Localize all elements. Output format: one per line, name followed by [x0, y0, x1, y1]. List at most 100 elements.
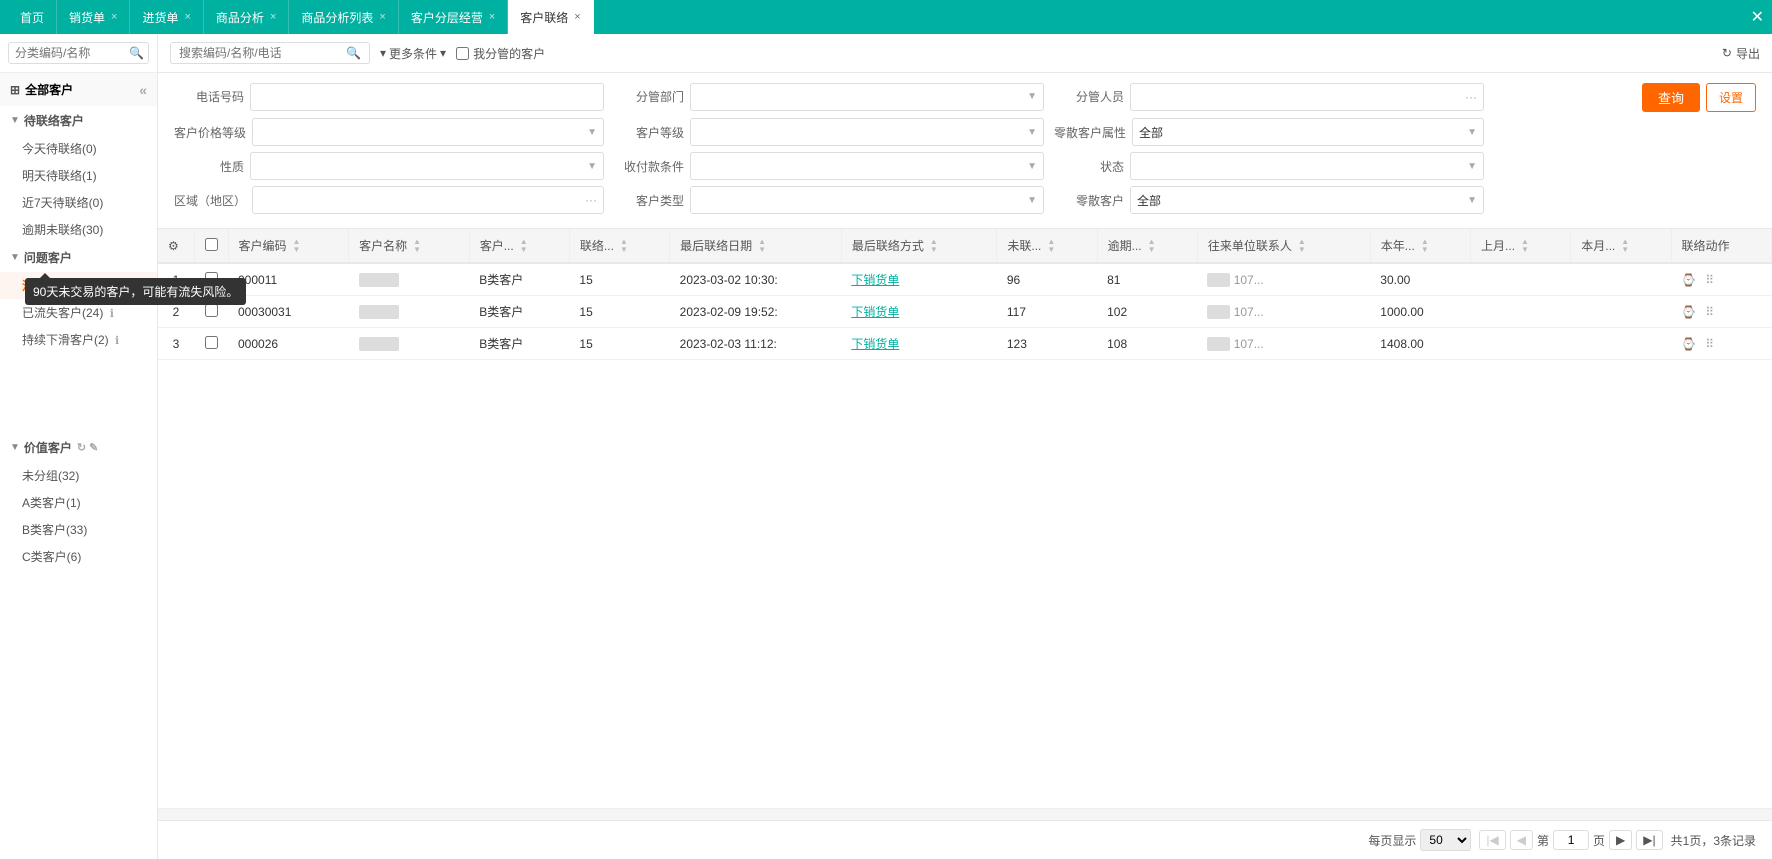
tab-home[interactable]: 首页: [8, 0, 57, 34]
sort-icon[interactable]: ▲▼: [1421, 238, 1429, 254]
more-conditions-button[interactable]: ▾ 更多条件 ▾: [380, 45, 446, 62]
more-icon[interactable]: ···: [1465, 90, 1477, 104]
select-all-checkbox[interactable]: [205, 238, 218, 251]
tooltip: 90天未交易的客户，可能有流失风险。: [25, 278, 158, 305]
sort-icon[interactable]: ▲▼: [1298, 238, 1306, 254]
sidebar-item-7days-contact[interactable]: 近7天待联络(0): [0, 189, 157, 216]
sort-icon[interactable]: ▲▼: [1047, 238, 1055, 254]
close-icon[interactable]: ×: [574, 11, 580, 23]
prev-page-button[interactable]: ◀: [1510, 830, 1533, 850]
close-window-button[interactable]: ✕: [1751, 7, 1764, 27]
more-icon[interactable]: ···: [585, 193, 597, 207]
row-action: ⌚ ⠿: [1671, 263, 1772, 296]
first-page-button[interactable]: |◀: [1479, 830, 1505, 850]
close-icon[interactable]: ×: [270, 11, 276, 23]
tab-sales[interactable]: 销货单 ×: [57, 0, 130, 34]
nature-select[interactable]: ▼: [250, 152, 604, 180]
sort-icon[interactable]: ▲▼: [758, 238, 766, 254]
tab-product-analysis-list[interactable]: 商品分析列表 ×: [289, 0, 398, 34]
sidebar-item-class-a[interactable]: A类客户(1): [0, 489, 157, 516]
horizontal-scrollbar[interactable]: [158, 808, 1772, 820]
zero-customer-select[interactable]: 全部 ▼: [1130, 186, 1484, 214]
close-icon[interactable]: ×: [489, 11, 495, 23]
row-last-month: [1471, 296, 1571, 328]
row-customer-level: B类客户: [469, 296, 569, 328]
my-customers-checkbox[interactable]: 我分管的客户: [456, 45, 545, 62]
region-select[interactable]: ···: [252, 186, 604, 214]
arrow-down-icon: ▼: [10, 252, 20, 263]
close-icon[interactable]: ×: [184, 11, 190, 23]
row-last-contact-method[interactable]: 下销货单: [841, 296, 997, 328]
settings-button[interactable]: 设置: [1706, 83, 1756, 112]
sort-icon[interactable]: ▲▼: [1621, 238, 1629, 254]
sidebar-item-class-c[interactable]: C类客户(6): [0, 543, 157, 570]
sidebar-item-class-b[interactable]: B类客户(33): [0, 516, 157, 543]
page-number-input[interactable]: [1553, 830, 1589, 850]
sidebar-item-today-contact[interactable]: 今天待联络(0): [0, 135, 157, 162]
total-records-label: 共1页，3条记录: [1671, 832, 1756, 849]
sidebar-item-ungrouped[interactable]: 未分组(32): [0, 462, 157, 489]
staff-select[interactable]: ···: [1130, 83, 1484, 111]
search-button[interactable]: 🔍: [346, 46, 361, 60]
col-this-year: 本年... ▲▼: [1370, 229, 1470, 263]
more-actions-icon[interactable]: ⠿: [1705, 337, 1714, 351]
status-select[interactable]: ▼: [1130, 152, 1484, 180]
page-size-select[interactable]: 50 100: [1420, 829, 1471, 851]
collapse-icon[interactable]: «: [139, 82, 147, 98]
sidebar-search-input[interactable]: [8, 42, 149, 64]
row-name: ████: [349, 263, 470, 296]
row-number: 3: [158, 328, 194, 360]
tab-customer-contact[interactable]: 客户联络 ×: [508, 0, 593, 34]
sidebar-all-customers[interactable]: ⊞ 全部客户 «: [0, 73, 157, 106]
contact-icon[interactable]: ⌚: [1681, 337, 1696, 351]
sidebar-group-problem-title[interactable]: ▼ 问题客户: [0, 243, 157, 272]
more-actions-icon[interactable]: ⠿: [1705, 273, 1714, 287]
grid-icon: ⊞: [10, 83, 20, 97]
sidebar-item-overdue-contact[interactable]: 逾期未联络(30): [0, 216, 157, 243]
phone-input[interactable]: [250, 83, 604, 111]
zero-customer-attr-select[interactable]: 全部 ▼: [1132, 118, 1484, 146]
sidebar-item-declining[interactable]: 持续下滑客户(2) ℹ: [0, 326, 157, 353]
sort-icon[interactable]: ▲▼: [1521, 238, 1529, 254]
tab-customer-tier[interactable]: 客户分层经营 ×: [399, 0, 508, 34]
row-checkbox[interactable]: [205, 304, 218, 317]
sort-icon[interactable]: ▲▼: [293, 238, 301, 254]
refresh-icon[interactable]: ↻: [77, 441, 86, 454]
row-checkbox[interactable]: [205, 336, 218, 349]
sidebar-group-pending-title[interactable]: ▼ 待联络客户: [0, 106, 157, 135]
more-actions-icon[interactable]: ⠿: [1705, 305, 1714, 319]
row-contact: 15: [569, 263, 669, 296]
customer-type-select[interactable]: ▼: [690, 186, 1044, 214]
close-icon[interactable]: ×: [379, 11, 385, 23]
sidebar: 🔍 ⊞ 全部客户 « ▼ 待联络客户 今天待联络(0) 明天待联络(1) 近7天…: [0, 34, 158, 859]
edit-icon[interactable]: ✎: [89, 441, 98, 454]
contact-icon[interactable]: ⌚: [1681, 305, 1696, 319]
sort-icon[interactable]: ▲▼: [1148, 238, 1156, 254]
filter-search-input[interactable]: [179, 46, 346, 60]
settings-column-header[interactable]: ⚙: [158, 229, 194, 263]
sidebar-group-value-title[interactable]: ▼ 价值客户 ↻ ✎: [0, 433, 157, 462]
checkbox-column-header[interactable]: [194, 229, 228, 263]
customer-level-select[interactable]: ▼: [690, 118, 1044, 146]
sort-icon[interactable]: ▲▼: [620, 238, 628, 254]
row-last-contact-method[interactable]: 下销货单: [841, 263, 997, 296]
my-customers-checkbox-input[interactable]: [456, 47, 469, 60]
row-last-contact-method[interactable]: 下销货单: [841, 328, 997, 360]
next-page-button[interactable]: ▶: [1609, 830, 1632, 850]
dept-select[interactable]: ▼: [690, 83, 1044, 111]
table-row: 3 000026 ████ B类客户 15 2023-02-03 11:12: …: [158, 328, 1772, 360]
query-button[interactable]: 查询: [1642, 83, 1700, 112]
sidebar-item-tomorrow-contact[interactable]: 明天待联络(1): [0, 162, 157, 189]
sort-icon[interactable]: ▲▼: [413, 238, 421, 254]
close-icon[interactable]: ×: [111, 11, 117, 23]
export-button[interactable]: ↻ 导出: [1722, 45, 1760, 62]
tab-purchase[interactable]: 进货单 ×: [130, 0, 203, 34]
tab-bar: 首页 销货单 × 进货单 × 商品分析 × 商品分析列表 × 客户分层经营 × …: [0, 0, 1772, 34]
contact-icon[interactable]: ⌚: [1681, 273, 1696, 287]
customer-price-level-select[interactable]: ▼: [252, 118, 604, 146]
sort-icon[interactable]: ▲▼: [520, 238, 528, 254]
tab-product-analysis[interactable]: 商品分析 ×: [204, 0, 289, 34]
payment-select[interactable]: ▼: [690, 152, 1044, 180]
last-page-button[interactable]: ▶|: [1636, 830, 1662, 850]
sort-icon[interactable]: ▲▼: [930, 238, 938, 254]
